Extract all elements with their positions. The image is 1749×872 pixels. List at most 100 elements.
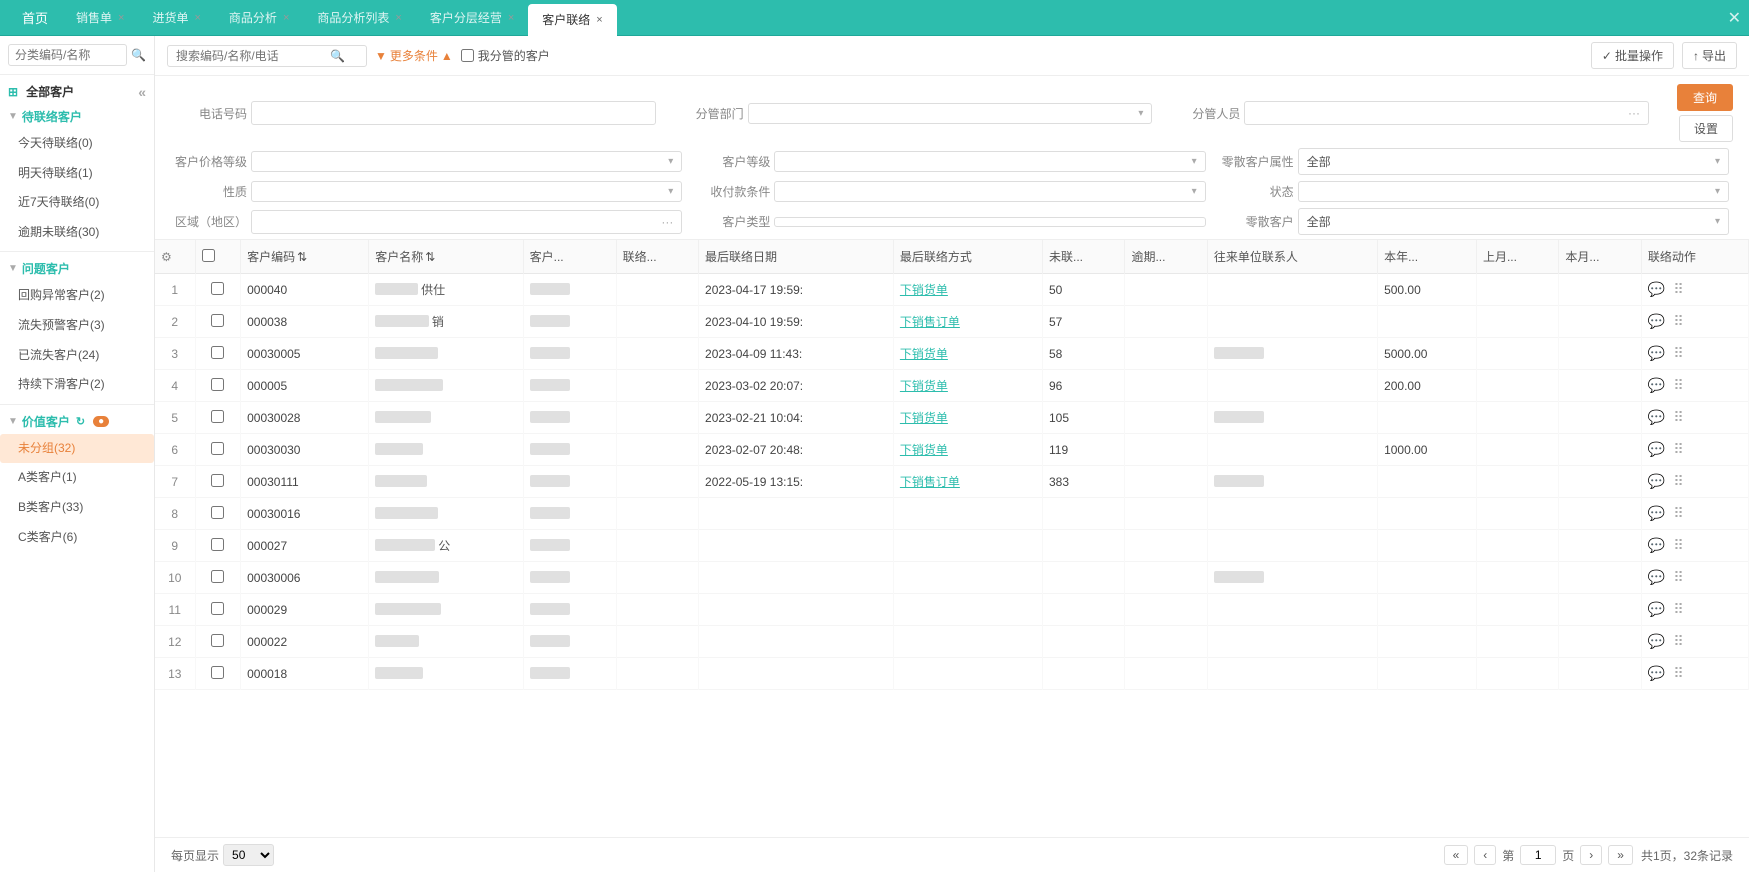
cell-check[interactable]: [195, 434, 241, 466]
tab-sales[interactable]: 销售单 ×: [62, 0, 138, 36]
row-checkbox[interactable]: [211, 538, 224, 551]
row-checkbox[interactable]: [211, 282, 224, 295]
contact-action-icon[interactable]: 💬: [1648, 345, 1665, 362]
search-box[interactable]: 🔍: [167, 45, 367, 67]
cell-check[interactable]: [195, 562, 241, 594]
th-check[interactable]: [195, 240, 241, 274]
sidebar-search-icon[interactable]: 🔍: [131, 48, 146, 62]
row-checkbox[interactable]: [211, 378, 224, 391]
last-method-link[interactable]: 下销货单: [900, 379, 948, 393]
more-action-icon[interactable]: ⠿: [1673, 601, 1683, 618]
more-action-icon[interactable]: ⠿: [1673, 281, 1683, 298]
cell-check[interactable]: [195, 498, 241, 530]
more-action-icon[interactable]: ⠿: [1673, 441, 1683, 458]
last-method-link[interactable]: 下销售订单: [900, 315, 960, 329]
last-page-button[interactable]: »: [1608, 845, 1633, 865]
sidebar-item-today[interactable]: 今天待联络(0): [0, 129, 154, 159]
my-customers-checkbox[interactable]: 我分管的客户: [461, 47, 550, 64]
status-select[interactable]: ▾: [1298, 181, 1729, 202]
first-page-button[interactable]: «: [1444, 845, 1469, 865]
sort-code[interactable]: 客户编码 ⇅: [247, 248, 362, 265]
more-action-icon[interactable]: ⠿: [1673, 473, 1683, 490]
more-action-icon[interactable]: ⠿: [1673, 505, 1683, 522]
more-action-icon[interactable]: ⠿: [1673, 377, 1683, 394]
sidebar-item-ungraded[interactable]: 未分组(32): [0, 434, 154, 464]
sidebar-item-group-c[interactable]: C类客户(6): [0, 523, 154, 553]
sidebar-item-abnormal[interactable]: 回购异常客户(2): [0, 281, 154, 311]
sidebar-item-overdue[interactable]: 逾期未联络(30): [0, 218, 154, 248]
last-method-link[interactable]: 下销货单: [900, 347, 948, 361]
more-conditions-button[interactable]: ▼ 更多条件 ▲: [375, 47, 453, 64]
cell-check[interactable]: [195, 466, 241, 498]
tab-product-analysis-close[interactable]: ×: [283, 12, 289, 24]
sidebar-search-input[interactable]: [8, 44, 127, 66]
more-action-icon[interactable]: ⠿: [1673, 409, 1683, 426]
phone-input[interactable]: [251, 101, 656, 125]
refresh-icon[interactable]: ↻: [76, 415, 85, 428]
collapse-button[interactable]: «: [138, 84, 146, 100]
contact-action-icon[interactable]: 💬: [1648, 313, 1665, 330]
last-method-link[interactable]: 下销货单: [900, 283, 948, 297]
reset-button[interactable]: 设置: [1679, 115, 1733, 142]
row-checkbox[interactable]: [211, 410, 224, 423]
contact-action-icon[interactable]: 💬: [1648, 473, 1665, 490]
gender-select[interactable]: ▾: [251, 181, 682, 202]
cell-check[interactable]: [195, 594, 241, 626]
tab-home[interactable]: 首页: [8, 8, 62, 27]
cell-check[interactable]: [195, 274, 241, 306]
more-action-icon[interactable]: ⠿: [1673, 345, 1683, 362]
row-checkbox[interactable]: [211, 442, 224, 455]
settings-icon[interactable]: ⚙: [161, 250, 172, 264]
sidebar-item-lost[interactable]: 已流失客户(24): [0, 341, 154, 371]
sidebar-item-declining[interactable]: 持续下滑客户(2): [0, 370, 154, 400]
sort-name[interactable]: 客户名称 ⇅: [375, 248, 516, 265]
all-customers-header[interactable]: ⊞ 全部客户 «: [0, 75, 154, 104]
more-action-icon[interactable]: ⠿: [1673, 313, 1683, 330]
page-number-input[interactable]: [1520, 845, 1556, 865]
contact-action-icon[interactable]: 💬: [1648, 633, 1665, 650]
sidebar-group-value[interactable]: ▼ 价值客户 ↻ ●: [0, 409, 154, 434]
contact-action-icon[interactable]: 💬: [1648, 409, 1665, 426]
contact-action-icon[interactable]: 💬: [1648, 569, 1665, 586]
sidebar-item-group-b[interactable]: B类客户(33): [0, 493, 154, 523]
cell-check[interactable]: [195, 626, 241, 658]
contact-action-icon[interactable]: 💬: [1648, 665, 1665, 682]
retail-attr-select[interactable]: 全部 ▾: [1298, 148, 1729, 175]
manager-select[interactable]: ···: [1244, 101, 1649, 125]
tab-customer-contact-close[interactable]: ×: [596, 14, 602, 26]
cell-check[interactable]: [195, 402, 241, 434]
retail-customer-select[interactable]: 全部 ▾: [1298, 208, 1729, 235]
th-code[interactable]: 客户编码 ⇅: [241, 240, 369, 274]
contact-action-icon[interactable]: 💬: [1648, 537, 1665, 554]
prev-page-button[interactable]: ‹: [1474, 845, 1496, 865]
manager-dots[interactable]: ···: [1628, 106, 1640, 120]
tab-product-analysis[interactable]: 商品分析 ×: [215, 0, 303, 36]
select-all-checkbox[interactable]: [202, 249, 215, 262]
row-checkbox[interactable]: [211, 666, 224, 679]
sidebar-item-tomorrow[interactable]: 明天待联络(1): [0, 159, 154, 189]
tab-purchase[interactable]: 进货单 ×: [138, 0, 214, 36]
sidebar-item-group-a[interactable]: A类客户(1): [0, 463, 154, 493]
price-level-select[interactable]: ▾: [251, 151, 682, 172]
cell-check[interactable]: [195, 658, 241, 690]
contact-action-icon[interactable]: 💬: [1648, 377, 1665, 394]
more-action-icon[interactable]: ⠿: [1673, 633, 1683, 650]
row-checkbox[interactable]: [211, 506, 224, 519]
dept-select[interactable]: ▾: [748, 103, 1153, 124]
sidebar-group-pending[interactable]: ▼ 待联络客户: [0, 104, 154, 129]
my-customers-check[interactable]: [461, 49, 474, 62]
payment-select[interactable]: ▾: [774, 181, 1205, 202]
export-button[interactable]: ↑ 导出: [1682, 42, 1737, 69]
page-size-select[interactable]: 50 20 100: [223, 844, 274, 866]
cell-check[interactable]: [195, 306, 241, 338]
window-close-icon[interactable]: ✕: [1728, 8, 1741, 28]
region-select[interactable]: ···: [251, 210, 682, 234]
contact-action-icon[interactable]: 💬: [1648, 505, 1665, 522]
more-action-icon[interactable]: ⠿: [1673, 569, 1683, 586]
more-action-icon[interactable]: ⠿: [1673, 665, 1683, 682]
contact-action-icon[interactable]: 💬: [1648, 441, 1665, 458]
tab-sales-close[interactable]: ×: [118, 12, 124, 24]
contact-action-icon[interactable]: 💬: [1648, 281, 1665, 298]
th-settings[interactable]: ⚙: [155, 240, 195, 274]
row-checkbox[interactable]: [211, 314, 224, 327]
